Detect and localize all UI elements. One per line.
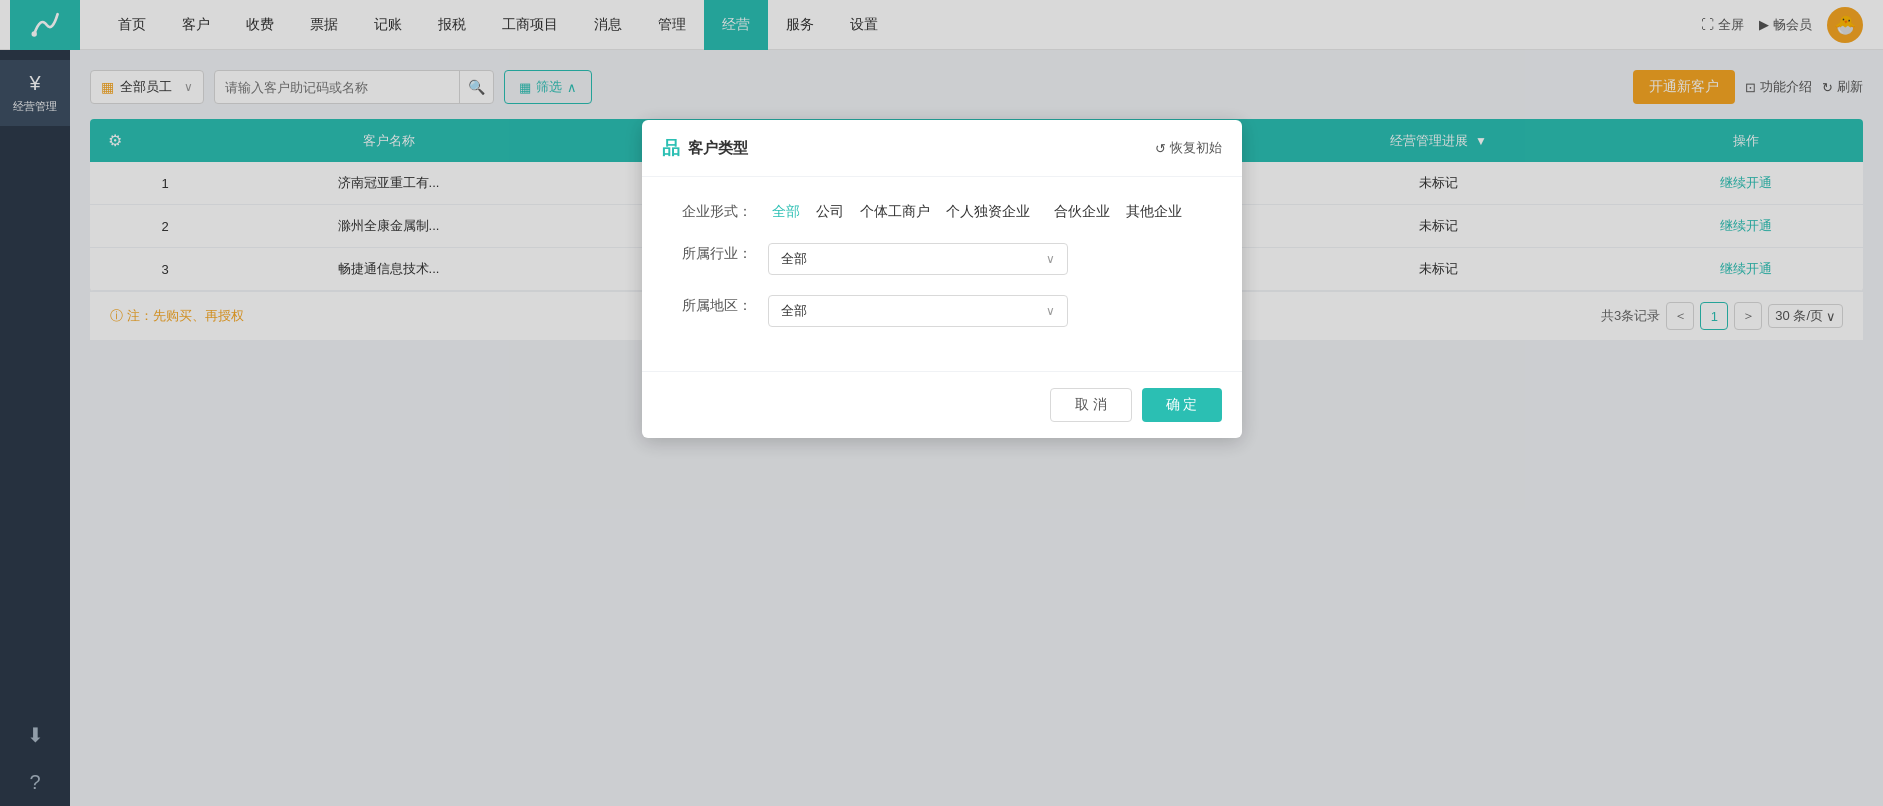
modal-title-icon: 品 xyxy=(662,136,680,160)
region-value: 全部 xyxy=(781,302,807,320)
enterprise-option-individual[interactable]: 个体工商户 xyxy=(856,201,934,223)
modal-reset-button[interactable]: ↺ 恢复初始 xyxy=(1155,139,1222,157)
enterprise-option-other[interactable]: 其他企业 xyxy=(1122,201,1186,223)
modal-body: 企业形式： 全部 公司 个体工商户 个人独资企业 合伙企业 其他企业 所属行业：… xyxy=(642,177,1242,371)
region-label: 所属地区： xyxy=(672,295,752,315)
modal-title: 品 客户类型 xyxy=(662,136,748,160)
industry-form-row: 所属行业： 全部 ∨ xyxy=(672,243,1212,275)
enterprise-option-partnership[interactable]: 合伙企业 xyxy=(1050,201,1114,223)
enterprise-form-label: 企业形式： xyxy=(672,201,752,221)
enterprise-option-sole[interactable]: 个人独资企业 xyxy=(942,201,1034,223)
modal-footer: 取 消 确 定 xyxy=(642,371,1242,438)
industry-dropdown-icon: ∨ xyxy=(1046,252,1055,266)
modal-title-text: 客户类型 xyxy=(688,139,748,158)
enterprise-options: 全部 公司 个体工商户 个人独资企业 合伙企业 其他企业 xyxy=(768,201,1186,223)
confirm-button[interactable]: 确 定 xyxy=(1142,388,1222,422)
region-form-row: 所属地区： 全部 ∨ xyxy=(672,295,1212,327)
modal-header: 品 客户类型 ↺ 恢复初始 xyxy=(642,120,1242,177)
cancel-button[interactable]: 取 消 xyxy=(1050,388,1132,422)
industry-label: 所属行业： xyxy=(672,243,752,263)
industry-value: 全部 xyxy=(781,250,807,268)
industry-select[interactable]: 全部 ∨ xyxy=(768,243,1068,275)
modal-overlay: 品 客户类型 ↺ 恢复初始 企业形式： 全部 公司 个体工商户 个人独资企业 合… xyxy=(0,0,1883,806)
region-dropdown-icon: ∨ xyxy=(1046,304,1055,318)
reset-icon: ↺ xyxy=(1155,141,1166,156)
region-select[interactable]: 全部 ∨ xyxy=(768,295,1068,327)
enterprise-option-company[interactable]: 公司 xyxy=(812,201,848,223)
customer-type-modal: 品 客户类型 ↺ 恢复初始 企业形式： 全部 公司 个体工商户 个人独资企业 合… xyxy=(642,120,1242,438)
enterprise-form-row: 企业形式： 全部 公司 个体工商户 个人独资企业 合伙企业 其他企业 xyxy=(672,201,1212,223)
enterprise-option-all[interactable]: 全部 xyxy=(768,201,804,223)
reset-label: 恢复初始 xyxy=(1170,139,1222,157)
